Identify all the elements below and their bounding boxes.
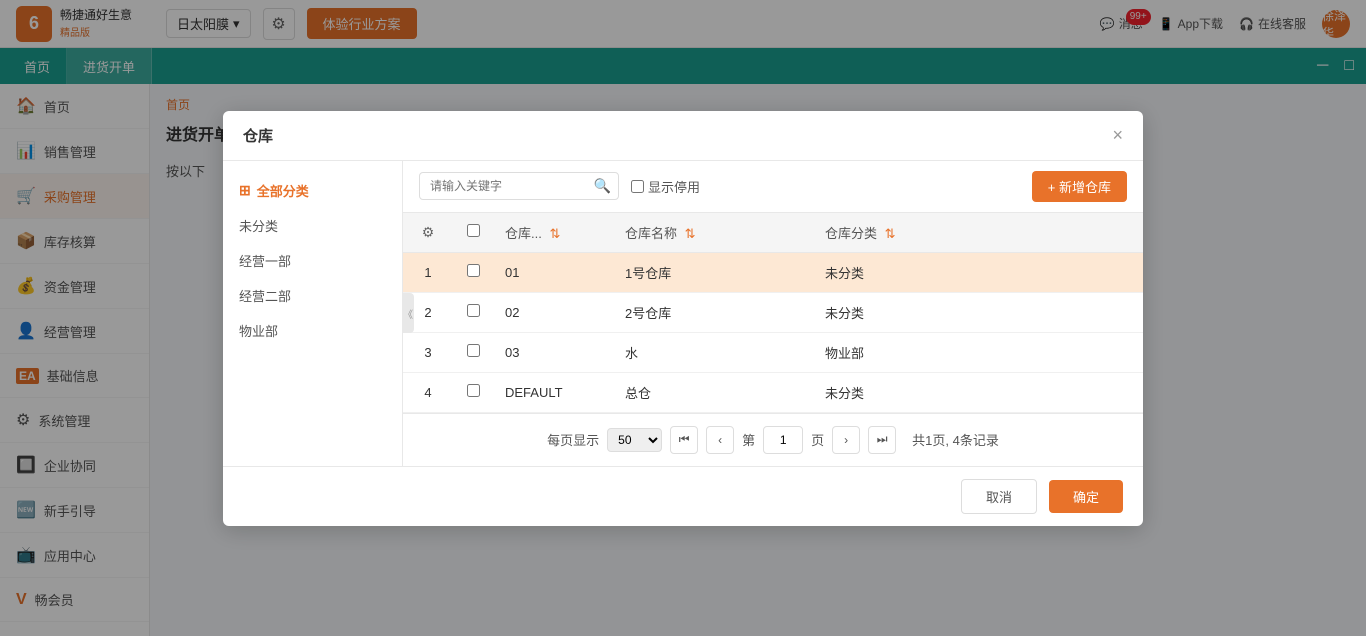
category-item-all[interactable]: ⊞ 全部分类 [223, 173, 402, 208]
modal-overlay[interactable]: 仓库 × 《 ⊞ 全部分类 未分类 经营一部 经营二部 [0, 0, 1366, 636]
page-size-select[interactable]: 50 10 20 100 [607, 428, 662, 452]
row-code: 02 [493, 292, 613, 332]
row-checkbox-cell [453, 332, 493, 372]
th-gear: ⚙ [403, 213, 453, 253]
category-sidebar: 《 ⊞ 全部分类 未分类 经营一部 经营二部 物业部 [223, 161, 403, 466]
confirm-button[interactable]: 确定 [1049, 480, 1123, 513]
row-index: 1 [403, 252, 453, 292]
category-item-property[interactable]: 物业部 [223, 313, 402, 348]
modal-close-button[interactable]: × [1112, 125, 1123, 146]
category-unclassified-label: 未分类 [239, 216, 278, 235]
show-disabled-checkbox[interactable] [631, 180, 644, 193]
last-page-button[interactable]: ⏭ [868, 426, 896, 454]
category-ops2-label: 经营二部 [239, 286, 291, 305]
settings-col-icon[interactable]: ⚙ [422, 224, 435, 240]
th-category-label: 仓库分类 [825, 226, 877, 241]
cancel-button[interactable]: 取消 [961, 479, 1037, 514]
row-checkbox-cell [453, 372, 493, 412]
row-checkbox[interactable] [467, 264, 480, 277]
grid-icon: ⊞ [239, 182, 251, 199]
row-code: 03 [493, 332, 613, 372]
table-toolbar: 🔍 显示停用 + 新增仓库 [403, 161, 1143, 213]
total-info: 共1页, 4条记录 [912, 430, 999, 449]
category-all-label: 全部分类 [257, 181, 309, 200]
row-category: 未分类 [813, 372, 1143, 412]
th-category: 仓库分类 ⇅ [813, 213, 1143, 253]
page-number-input[interactable] [763, 426, 803, 454]
table-row[interactable]: 1 01 1号仓库 未分类 [403, 252, 1143, 292]
row-code: 01 [493, 252, 613, 292]
category-ops1-label: 经营一部 [239, 251, 291, 270]
pagination: 每页显示 50 10 20 100 ⏮ ‹ 第 页 › ⏭ 共1页, 4条记录 [403, 413, 1143, 466]
search-icon[interactable]: 🔍 [594, 178, 611, 195]
warehouse-modal: 仓库 × 《 ⊞ 全部分类 未分类 经营一部 经营二部 [223, 111, 1143, 526]
row-category: 未分类 [813, 292, 1143, 332]
row-index: 3 [403, 332, 453, 372]
table-row[interactable]: 3 03 水 物业部 [403, 332, 1143, 372]
row-name: 水 [613, 332, 813, 372]
warehouse-table: ⚙ 仓库... ⇅ 仓库名称 [403, 213, 1143, 413]
row-index: 4 [403, 372, 453, 412]
data-table: ⚙ 仓库... ⇅ 仓库名称 [403, 213, 1143, 413]
row-name: 总仓 [613, 372, 813, 412]
show-disabled-label: 显示停用 [648, 177, 700, 196]
row-checkbox[interactable] [467, 344, 480, 357]
table-row[interactable]: 2 02 2号仓库 未分类 [403, 292, 1143, 332]
next-page-button[interactable]: › [832, 426, 860, 454]
table-row[interactable]: 4 DEFAULT 总仓 未分类 [403, 372, 1143, 412]
category-sort-icon[interactable]: ⇅ [885, 226, 896, 241]
th-name: 仓库名称 ⇅ [613, 213, 813, 253]
search-input[interactable] [419, 172, 619, 200]
th-code-label: 仓库... [505, 226, 542, 241]
modal-title: 仓库 [243, 125, 273, 146]
th-code: 仓库... ⇅ [493, 213, 613, 253]
page-size-label: 每页显示 [547, 430, 599, 449]
category-item-ops1[interactable]: 经营一部 [223, 243, 402, 278]
first-page-button[interactable]: ⏮ [670, 426, 698, 454]
category-property-label: 物业部 [239, 321, 278, 340]
row-name: 2号仓库 [613, 292, 813, 332]
row-checkbox-cell [453, 252, 493, 292]
category-item-ops2[interactable]: 经营二部 [223, 278, 402, 313]
page-word: 页 [811, 430, 824, 449]
th-name-label: 仓库名称 [625, 226, 677, 241]
row-name: 1号仓库 [613, 252, 813, 292]
table-header-row: ⚙ 仓库... ⇅ 仓库名称 [403, 213, 1143, 253]
category-collapse-button[interactable]: 《 [402, 293, 414, 333]
modal-body: 《 ⊞ 全部分类 未分类 经营一部 经营二部 物业部 [223, 161, 1143, 466]
row-checkbox-cell [453, 292, 493, 332]
prev-page-button[interactable]: ‹ [706, 426, 734, 454]
row-checkbox[interactable] [467, 304, 480, 317]
select-all-checkbox[interactable] [467, 224, 480, 237]
table-area: 🔍 显示停用 + 新增仓库 ⚙ [403, 161, 1143, 466]
modal-footer: 取消 确定 [223, 466, 1143, 526]
th-checkbox [453, 213, 493, 253]
show-disabled-checkbox-label[interactable]: 显示停用 [631, 177, 700, 196]
add-warehouse-button[interactable]: + 新增仓库 [1032, 171, 1127, 202]
modal-header: 仓库 × [223, 111, 1143, 161]
row-category: 未分类 [813, 252, 1143, 292]
category-item-unclassified[interactable]: 未分类 [223, 208, 402, 243]
page-word-before: 第 [742, 430, 755, 449]
row-checkbox[interactable] [467, 384, 480, 397]
name-sort-icon[interactable]: ⇅ [685, 226, 696, 241]
code-sort-icon[interactable]: ⇅ [549, 226, 560, 241]
row-category: 物业部 [813, 332, 1143, 372]
search-input-wrap: 🔍 [419, 172, 619, 200]
row-code: DEFAULT [493, 372, 613, 412]
